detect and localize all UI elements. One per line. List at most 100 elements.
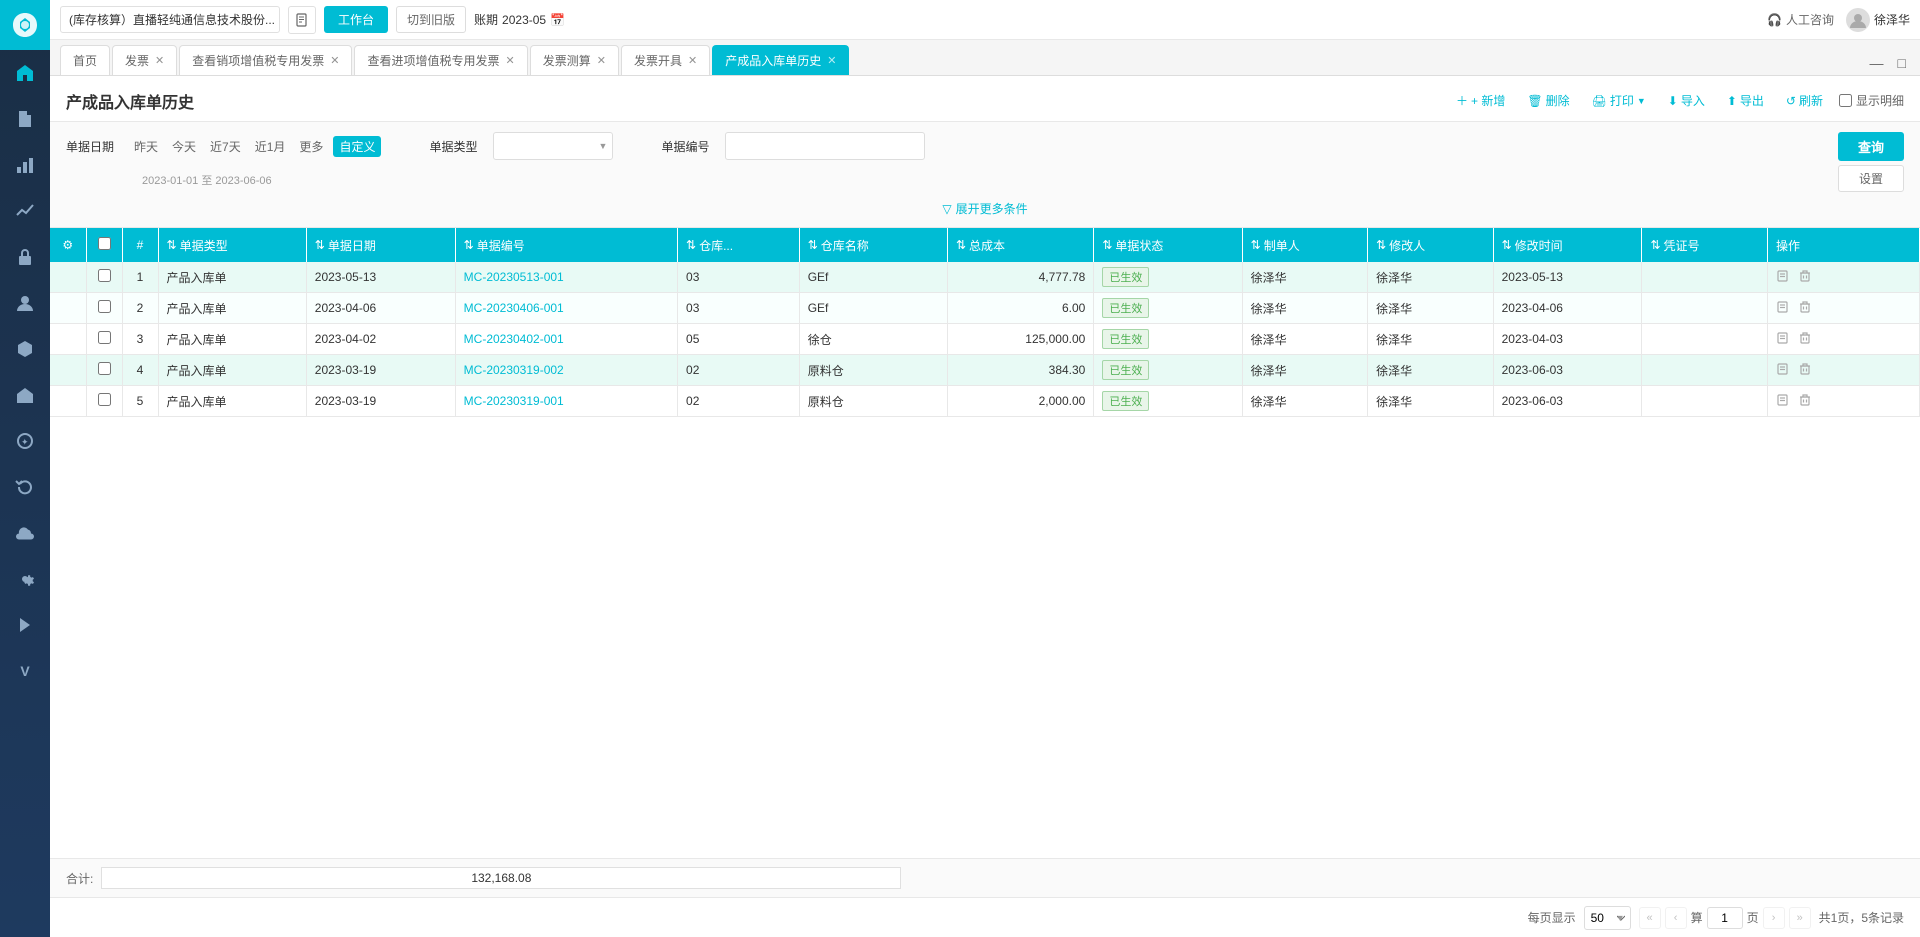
set-button[interactable]: 设置 [1838, 165, 1904, 192]
col-status[interactable]: ⇅单据状态 [1094, 228, 1242, 262]
delete-icon-0[interactable] [1798, 269, 1812, 286]
import-button[interactable]: ⬇ 导入 [1662, 88, 1711, 113]
sidebar-icon-lock[interactable] [0, 234, 50, 280]
sidebar-icon-cloud[interactable] [0, 510, 50, 556]
sidebar-icon-analysis[interactable] [0, 188, 50, 234]
tab-invoice-close[interactable]: ✕ [155, 54, 164, 67]
tab-product-history[interactable]: 产成品入库单历史 ✕ [712, 45, 849, 75]
sidebar-icon-inventory[interactable] [0, 326, 50, 372]
sidebar-icon-refresh[interactable] [0, 464, 50, 510]
tab-product-history-close[interactable]: ✕ [827, 54, 836, 67]
code-link-2[interactable]: MC-20230402-001 [464, 332, 564, 346]
row-checkbox-1[interactable] [98, 300, 111, 313]
delete-icon-2[interactable] [1798, 331, 1812, 348]
cell-cost-4: 2,000.00 [947, 386, 1093, 417]
sidebar-icon-stamp[interactable]: ✦ [0, 418, 50, 464]
col-warehouse-code[interactable]: ⇅仓库... [678, 228, 800, 262]
sidebar-icon-media[interactable] [0, 602, 50, 648]
col-modify-time[interactable]: ⇅修改时间 [1493, 228, 1642, 262]
new-button[interactable]: ＋ + 新增 [1450, 88, 1511, 113]
display-toggle-checkbox[interactable] [1839, 94, 1852, 107]
code-link-4[interactable]: MC-20230319-001 [464, 394, 564, 408]
col-total-cost[interactable]: ⇅总成本 [947, 228, 1093, 262]
minimize-button[interactable]: — [1866, 51, 1888, 75]
user-info[interactable]: 徐泽华 [1846, 8, 1910, 32]
col-warehouse-name[interactable]: ⇅仓库名称 [799, 228, 947, 262]
switch-version-button[interactable]: 切到旧版 [396, 6, 466, 33]
shortcut-today[interactable]: 今天 [168, 136, 200, 157]
help-button[interactable]: 🎧 人工咨询 [1767, 11, 1834, 28]
type-select[interactable]: 产品入库单 [493, 132, 613, 160]
code-link-0[interactable]: MC-20230513-001 [464, 270, 564, 284]
row-checkbox-2[interactable] [98, 331, 111, 344]
sidebar-icon-home[interactable] [0, 50, 50, 96]
shortcut-1month[interactable]: 近1月 [251, 136, 290, 157]
edit-icon-4[interactable] [1776, 393, 1790, 410]
tab-invoice-open[interactable]: 发票开具 ✕ [621, 45, 710, 75]
tab-invoice-calc-close[interactable]: ✕ [597, 54, 606, 67]
tab-invoice-open-close[interactable]: ✕ [688, 54, 697, 67]
delete-button[interactable]: 🗑 删除 [1521, 88, 1575, 113]
edit-icon-0[interactable] [1776, 269, 1790, 286]
per-page-label: 每页显示 [1528, 909, 1576, 926]
company-selector[interactable]: (库存核算）直播轻纯通信息技术股份... ▼ [60, 6, 280, 33]
number-input[interactable] [725, 132, 925, 160]
code-link-1[interactable]: MC-20230406-001 [464, 301, 564, 315]
tab-purchase-vat[interactable]: 查看进项增值税专用发票 ✕ [354, 45, 527, 75]
col-type[interactable]: ⇅单据类型 [158, 228, 306, 262]
expand-more-btn[interactable]: ▽ 展开更多条件 [66, 200, 1904, 217]
col-settings[interactable]: ⚙ [50, 228, 86, 262]
sidebar-icon-document[interactable] [0, 96, 50, 142]
col-date[interactable]: ⇅单据日期 [306, 228, 455, 262]
code-link-3[interactable]: MC-20230319-002 [464, 363, 564, 377]
sidebar-icon-version[interactable]: V [0, 648, 50, 694]
col-creator[interactable]: ⇅制单人 [1242, 228, 1367, 262]
tab-purchase-vat-close[interactable]: ✕ [506, 54, 515, 67]
row-checkbox-0[interactable] [98, 269, 111, 282]
maximize-button[interactable]: □ [1894, 51, 1910, 75]
data-table: ⚙ # ⇅单据类型 ⇅单据日期 [50, 228, 1920, 417]
sidebar-icon-person[interactable] [0, 280, 50, 326]
export-button[interactable]: ⬆ 导出 [1721, 88, 1770, 113]
first-page-button[interactable]: « [1639, 907, 1661, 929]
edit-icon-3[interactable] [1776, 362, 1790, 379]
select-all-checkbox[interactable] [98, 237, 111, 250]
calendar-icon[interactable]: 📅 [550, 13, 565, 27]
col-code[interactable]: ⇅单据编号 [455, 228, 677, 262]
cell-voucher-3 [1642, 355, 1767, 386]
doc-icon-btn[interactable] [288, 6, 316, 34]
tab-sales-vat[interactable]: 查看销项增值税专用发票 ✕ [179, 45, 352, 75]
row-checkbox-4[interactable] [98, 393, 111, 406]
shortcut-more[interactable]: 更多 [295, 136, 327, 157]
workbench-button[interactable]: 工作台 [324, 6, 388, 33]
edit-icon-2[interactable] [1776, 331, 1790, 348]
tab-sales-vat-close[interactable]: ✕ [330, 54, 339, 67]
delete-icon-3[interactable] [1798, 362, 1812, 379]
next-page-button[interactable]: › [1763, 907, 1785, 929]
query-button[interactable]: 查询 [1838, 132, 1904, 161]
col-modifier[interactable]: ⇅修改人 [1368, 228, 1493, 262]
app-logo[interactable] [0, 0, 50, 50]
tab-home[interactable]: 首页 [60, 45, 110, 75]
delete-icon-4[interactable] [1798, 393, 1812, 410]
row-checkbox-3[interactable] [98, 362, 111, 375]
print-button[interactable]: 🖨 打印 ▼ [1586, 88, 1652, 113]
edit-icon-1[interactable] [1776, 300, 1790, 317]
col-voucher[interactable]: ⇅凭证号 [1642, 228, 1767, 262]
shortcut-yesterday[interactable]: 昨天 [130, 136, 162, 157]
sidebar-icon-settings[interactable] [0, 556, 50, 602]
sidebar-icon-chart[interactable] [0, 142, 50, 188]
last-page-button[interactable]: » [1789, 907, 1811, 929]
shortcut-7days[interactable]: 近7天 [206, 136, 245, 157]
page-content: 产成品入库单历史 ＋ + 新增 🗑 删除 🖨 打印 ▼ [50, 76, 1920, 937]
refresh-button[interactable]: ↺ 刷新 [1780, 88, 1829, 113]
shortcut-custom[interactable]: 自定义 [333, 136, 381, 157]
delete-icon-1[interactable] [1798, 300, 1812, 317]
prev-page-button[interactable]: ‹ [1665, 907, 1687, 929]
cell-cost-3: 384.30 [947, 355, 1093, 386]
tab-invoice-calc[interactable]: 发票测算 ✕ [530, 45, 619, 75]
per-page-select[interactable]: 20 50 100 [1584, 906, 1631, 930]
sidebar-icon-warehouse[interactable] [0, 372, 50, 418]
page-number-input[interactable] [1707, 907, 1743, 929]
tab-invoice[interactable]: 发票 ✕ [112, 45, 177, 75]
